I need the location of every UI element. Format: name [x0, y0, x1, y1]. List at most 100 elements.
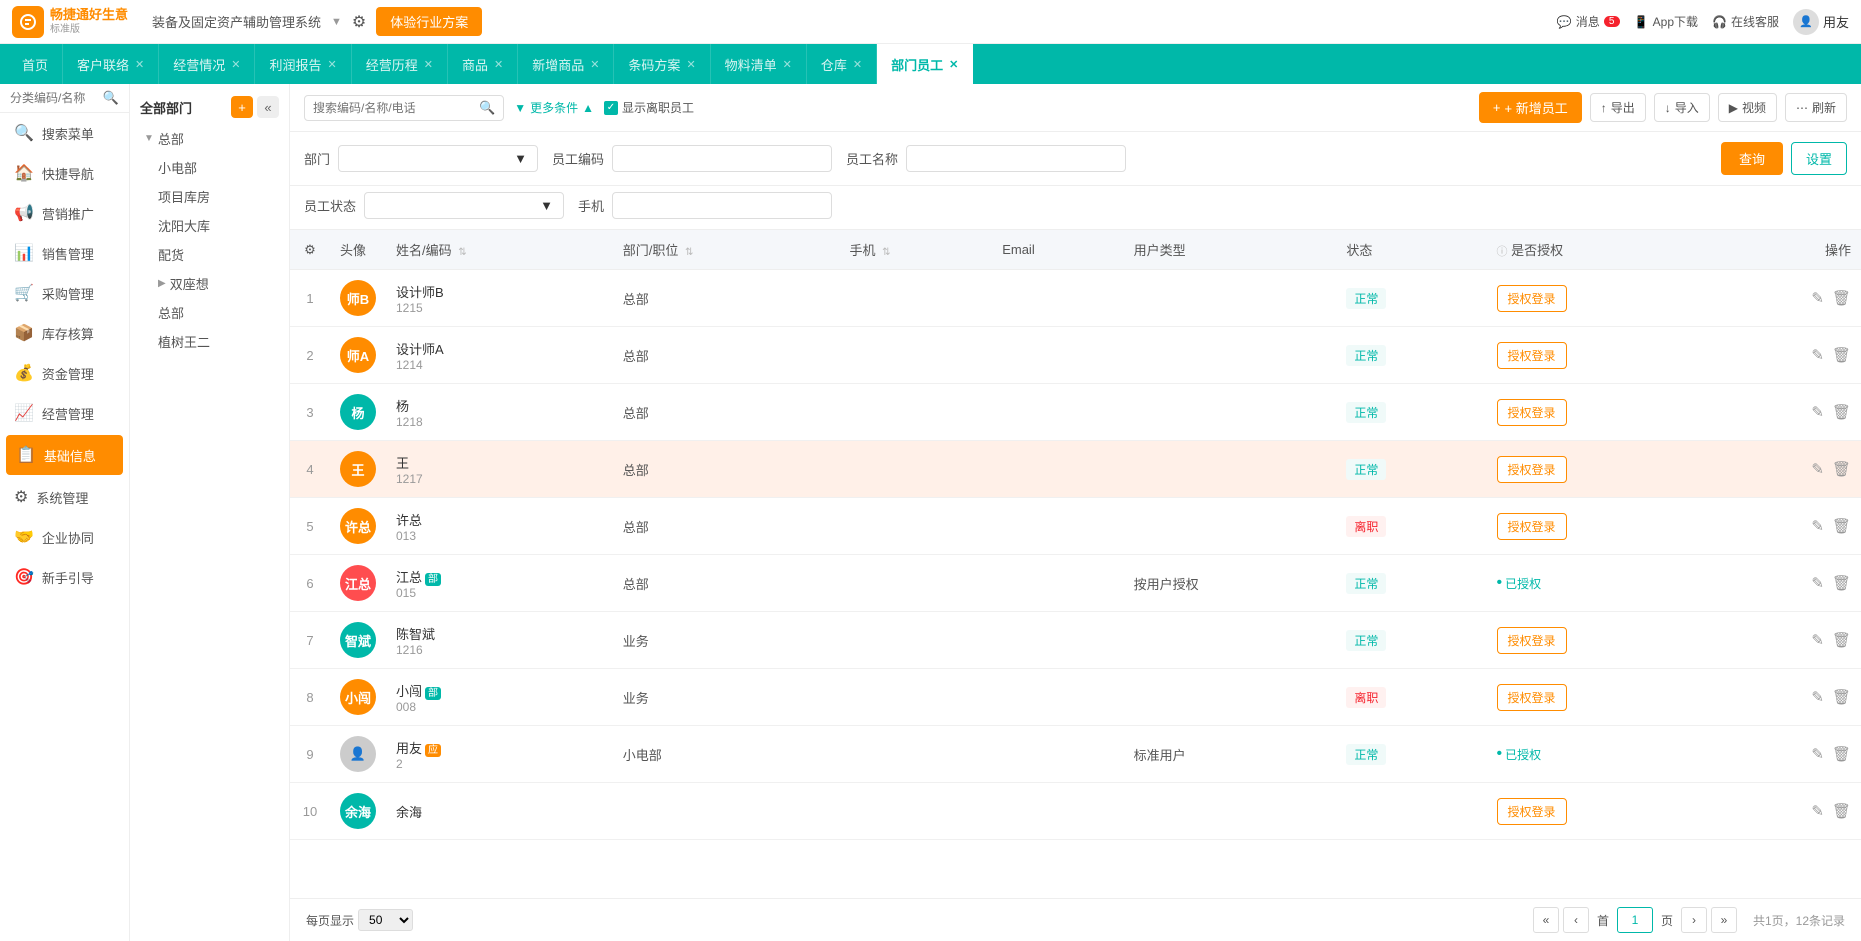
edit-icon[interactable]: ✎ — [1811, 346, 1824, 364]
tab-new-goods-close[interactable]: ✕ — [590, 58, 599, 71]
tab-dept-employee[interactable]: 部门员工 ✕ — [877, 44, 973, 84]
dept-collapse-icon[interactable]: « — [257, 96, 279, 118]
dept-node-shuangzuo[interactable]: ▶ 双座想 — [144, 269, 289, 298]
emp-name-input[interactable] — [906, 145, 1126, 172]
more-button[interactable]: ⋯ 刷新 — [1785, 93, 1847, 122]
tab-customer[interactable]: 客户联络 ✕ — [63, 44, 159, 84]
dept-add-icon[interactable]: + — [231, 96, 253, 118]
tab-warehouse-close[interactable]: ✕ — [853, 58, 862, 71]
delete-icon[interactable]: 🗑 — [1832, 289, 1851, 307]
sidebar-search-icon[interactable]: 🔍 — [103, 90, 119, 106]
tab-customer-close[interactable]: ✕ — [135, 58, 144, 71]
edit-icon[interactable]: ✎ — [1811, 289, 1824, 307]
page-input[interactable] — [1617, 907, 1653, 933]
auth-button[interactable]: 授权登录 — [1497, 513, 1567, 540]
delete-icon[interactable]: 🗑 — [1832, 745, 1851, 763]
edit-icon[interactable]: ✎ — [1811, 688, 1824, 706]
phone-input[interactable] — [612, 192, 832, 219]
tab-warehouse[interactable]: 仓库 ✕ — [807, 44, 877, 84]
col-phone[interactable]: 手机 ⇅ — [840, 230, 993, 270]
tab-goods-close[interactable]: ✕ — [494, 58, 503, 71]
more-conditions-btn[interactable]: ▼ 更多条件 ▲ — [514, 99, 594, 116]
dept-filter-select[interactable]: ▼ — [338, 145, 538, 172]
edit-icon[interactable]: ✎ — [1811, 631, 1824, 649]
dept-node-small-elec[interactable]: 小电部 — [144, 153, 289, 182]
delete-icon[interactable]: 🗑 — [1832, 688, 1851, 706]
tab-new-goods[interactable]: 新增商品 ✕ — [518, 44, 614, 84]
tab-profit[interactable]: 利润报告 ✕ — [255, 44, 351, 84]
delete-icon[interactable]: 🗑 — [1832, 403, 1851, 421]
edit-icon[interactable]: ✎ — [1811, 802, 1824, 820]
tab-barcode[interactable]: 条码方案 ✕ — [614, 44, 710, 84]
sidebar-item-sales[interactable]: 📊 销售管理 — [0, 233, 129, 273]
sidebar-item-basic[interactable]: 📋 基础信息 — [6, 435, 123, 475]
tab-home[interactable]: 首页 — [8, 44, 63, 84]
resigned-checkbox[interactable]: ✓ — [604, 101, 618, 115]
online-service-btn[interactable]: 🎧 在线客服 — [1712, 13, 1779, 30]
auth-button[interactable]: 授权登录 — [1497, 627, 1567, 654]
tab-history[interactable]: 经营历程 ✕ — [352, 44, 448, 84]
edit-icon[interactable]: ✎ — [1811, 460, 1824, 478]
set-button[interactable]: 设置 — [1791, 142, 1847, 175]
delete-icon[interactable]: 🗑 — [1832, 346, 1851, 364]
delete-icon[interactable]: 🗑 — [1832, 802, 1851, 820]
edit-icon[interactable]: ✎ — [1811, 745, 1824, 763]
sidebar-item-quicknav[interactable]: 🏠 快捷导航 — [0, 153, 129, 193]
sidebar-item-ops[interactable]: 📈 经营管理 — [0, 393, 129, 433]
sidebar-item-inventory[interactable]: 📦 库存核算 — [0, 313, 129, 353]
tab-history-close[interactable]: ✕ — [424, 58, 433, 71]
trial-button[interactable]: 体验行业方案 — [376, 7, 482, 36]
sidebar-item-finance[interactable]: 💰 资金管理 — [0, 353, 129, 393]
user-area[interactable]: 👤 用友 — [1793, 9, 1849, 35]
dept-node-hq[interactable]: 总部 — [144, 298, 289, 327]
message-btn[interactable]: 💬 消息 5 — [1557, 13, 1620, 30]
query-button[interactable]: 查询 — [1721, 142, 1783, 175]
sidebar-item-collab[interactable]: 🤝 企业协同 — [0, 517, 129, 557]
app-download-btn[interactable]: 📱 App下载 — [1634, 13, 1698, 30]
sidebar-item-search[interactable]: 🔍 搜索菜单 — [0, 113, 129, 153]
video-button[interactable]: ▶ 视频 — [1718, 93, 1777, 122]
tab-business-close[interactable]: ✕ — [231, 58, 240, 71]
prev-page-btn[interactable]: ‹ — [1563, 907, 1589, 933]
tab-business[interactable]: 经营情况 ✕ — [159, 44, 255, 84]
sidebar-item-marketing[interactable]: 📢 营销推广 — [0, 193, 129, 233]
employee-search-input[interactable] — [313, 101, 473, 115]
auth-button[interactable]: 授权登录 — [1497, 285, 1567, 312]
auth-button[interactable]: 授权登录 — [1497, 798, 1567, 825]
auth-button[interactable]: 授权登录 — [1497, 456, 1567, 483]
delete-icon[interactable]: 🗑 — [1832, 574, 1851, 592]
edit-icon[interactable]: ✎ — [1811, 517, 1824, 535]
delete-icon[interactable]: 🗑 — [1832, 460, 1851, 478]
sidebar-item-system[interactable]: ⚙ 系统管理 — [0, 477, 129, 517]
tab-dept-close[interactable]: ✕ — [949, 58, 958, 71]
dept-node-headquarter-root[interactable]: ▼ 总部 — [130, 124, 289, 153]
page-size-select[interactable]: 50 100 200 — [358, 909, 413, 931]
import-button[interactable]: ↓ 导入 — [1654, 93, 1710, 122]
first-page-btn[interactable]: « — [1533, 907, 1559, 933]
search-icon[interactable]: 🔍 — [479, 100, 495, 116]
col-settings[interactable]: ⚙ — [290, 230, 330, 270]
show-resigned-toggle[interactable]: ✓ 显示离职员工 — [604, 99, 694, 116]
auth-button[interactable]: 授权登录 — [1497, 399, 1567, 426]
tab-barcode-close[interactable]: ✕ — [686, 58, 695, 71]
tab-bom-close[interactable]: ✕ — [783, 58, 792, 71]
next-page-btn[interactable]: › — [1681, 907, 1707, 933]
dept-node-zhishu[interactable]: 植树王二 — [144, 327, 289, 356]
add-employee-button[interactable]: + + 新增员工 — [1479, 92, 1582, 123]
delete-icon[interactable]: 🗑 — [1832, 631, 1851, 649]
dept-node-delivery[interactable]: 配货 — [144, 240, 289, 269]
edit-icon[interactable]: ✎ — [1811, 403, 1824, 421]
dept-node-proj-store[interactable]: 项目库房 — [144, 182, 289, 211]
sidebar-item-purchase[interactable]: 🛒 采购管理 — [0, 273, 129, 313]
auth-button[interactable]: 授权登录 — [1497, 684, 1567, 711]
edit-icon[interactable]: ✎ — [1811, 574, 1824, 592]
gear-button[interactable]: ⚙ — [352, 12, 366, 32]
sidebar-search-input[interactable] — [10, 91, 97, 105]
tab-profit-close[interactable]: ✕ — [328, 58, 337, 71]
export-button[interactable]: ↑ 导出 — [1590, 93, 1646, 122]
sidebar-item-guide[interactable]: 🎯 新手引导 — [0, 557, 129, 597]
dept-node-shenyang[interactable]: 沈阳大库 — [144, 211, 289, 240]
col-dept[interactable]: 部门/职位 ⇅ — [613, 230, 840, 270]
tab-bom[interactable]: 物料清单 ✕ — [711, 44, 807, 84]
last-page-btn[interactable]: » — [1711, 907, 1737, 933]
